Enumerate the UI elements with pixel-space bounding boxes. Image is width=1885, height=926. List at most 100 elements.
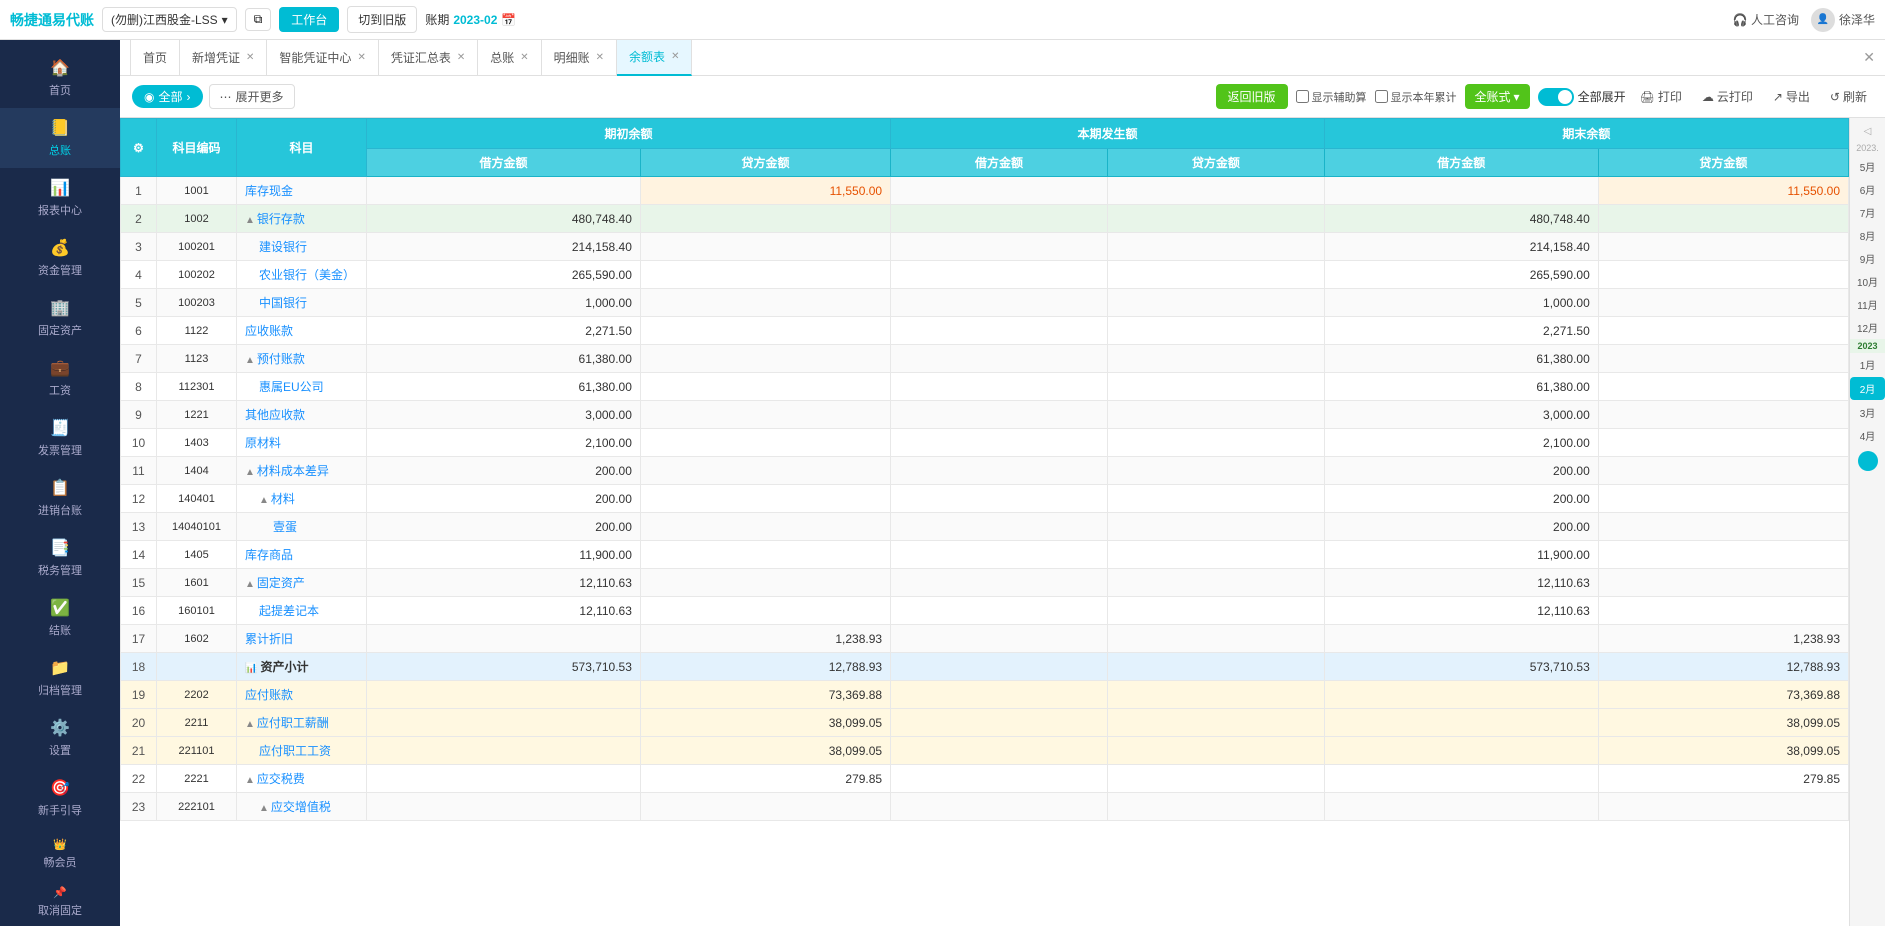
ytd-checkbox-input[interactable]	[1375, 90, 1388, 103]
timeline-4[interactable]: 4月	[1850, 424, 1885, 447]
sidebar-item-settings[interactable]: ⚙️ 设置	[0, 708, 120, 768]
cell-name[interactable]: 应付账款	[237, 681, 367, 709]
sidebar-item-pin[interactable]: 📌 取消固定	[0, 878, 120, 926]
close-all-tabs-icon[interactable]: ✕	[1863, 49, 1875, 66]
copy-button[interactable]: ⧉	[245, 8, 272, 31]
cell-amount	[891, 289, 1108, 317]
cell-code: 1602	[157, 625, 237, 653]
close-balance-sheet-icon[interactable]: ✕	[671, 51, 679, 62]
tab-smart-voucher[interactable]: 智能凭证中心 ✕	[267, 40, 378, 76]
sidebar-item-ledger[interactable]: 📒 总账	[0, 108, 120, 168]
cell-name[interactable]: ▲应交税费	[237, 765, 367, 793]
all-button[interactable]: ◉ 全部 ›	[132, 85, 203, 108]
timeline-6[interactable]: 6月	[1850, 178, 1885, 201]
timeline-10[interactable]: 10月	[1850, 270, 1885, 293]
sidebar-item-fixed[interactable]: 🏢 固定资产	[0, 288, 120, 348]
refresh-button[interactable]: ↺ 刷新	[1824, 85, 1873, 108]
timeline-11[interactable]: 11月	[1850, 293, 1885, 316]
close-smart-voucher-icon[interactable]: ✕	[357, 52, 365, 63]
sidebar-item-capital[interactable]: 💰 资金管理	[0, 228, 120, 288]
cell-name[interactable]: 其他应收款	[237, 401, 367, 429]
calendar-icon[interactable]: 📅	[501, 13, 516, 27]
timeline-9[interactable]: 9月	[1850, 247, 1885, 270]
cell-name[interactable]: 起提差记本	[237, 597, 367, 625]
timeline-3[interactable]: 3月	[1850, 401, 1885, 424]
close-new-voucher-icon[interactable]: ✕	[246, 52, 254, 63]
cell-name[interactable]: 应付职工工资	[237, 737, 367, 765]
cell-name[interactable]: 中国银行	[237, 289, 367, 317]
cell-amount: 1,000.00	[367, 289, 641, 317]
company-selector[interactable]: (勿删)江西股金-LSS ▾	[102, 7, 237, 32]
panel-expand-arrow[interactable]: ◁	[1860, 122, 1876, 141]
show-aux-checkbox[interactable]: 显示辅助算	[1296, 89, 1367, 105]
sidebar-item-invoice[interactable]: 🧾 发票管理	[0, 408, 120, 468]
sidebar-item-member[interactable]: 👑 畅会员	[0, 830, 120, 878]
th-opening-debit: 借方金额	[367, 149, 641, 177]
cell-amount	[1107, 653, 1324, 681]
sidebar-item-tax[interactable]: 📑 税务管理	[0, 528, 120, 588]
sidebar-item-reports[interactable]: 📊 报表中心	[0, 168, 120, 228]
cell-name[interactable]: 库存商品	[237, 541, 367, 569]
th-settings[interactable]: ⚙	[121, 119, 157, 177]
format-button[interactable]: 全账式 ▾	[1465, 84, 1530, 109]
cell-name[interactable]: 库存现金	[237, 177, 367, 205]
th-current: 本期发生额	[891, 119, 1325, 149]
sidebar-item-archive[interactable]: 📁 归档管理	[0, 648, 120, 708]
cell-name[interactable]: ▲银行存款	[237, 205, 367, 233]
timeline-5[interactable]: 5月	[1850, 155, 1885, 178]
close-general-ledger-icon[interactable]: ✕	[520, 52, 528, 63]
cell-amount	[891, 177, 1108, 205]
pin-icon: 📌	[53, 886, 67, 899]
cell-name[interactable]: ▲材料成本差异	[237, 457, 367, 485]
cell-name[interactable]: 农业银行（美金）	[237, 261, 367, 289]
cell-name[interactable]: 壹蛋	[237, 513, 367, 541]
close-voucher-summary-icon[interactable]: ✕	[457, 52, 465, 63]
table-container[interactable]: ⚙ 科目编码 科目 期初余额 本期发生额 期末余额 借方金额 贷方金额 借方金额…	[120, 118, 1849, 926]
timeline-12[interactable]: 12月	[1850, 316, 1885, 339]
tab-home-label: 首页	[143, 49, 167, 66]
workbench-button[interactable]: 工作台	[279, 7, 339, 32]
tab-new-voucher[interactable]: 新增凭证 ✕	[180, 40, 267, 76]
cell-name[interactable]: 建设银行	[237, 233, 367, 261]
cell-name[interactable]: ▲应付职工薪酬	[237, 709, 367, 737]
cell-amount	[1598, 317, 1848, 345]
sidebar-item-settlement[interactable]: ✅ 结账	[0, 588, 120, 648]
sidebar-item-salary[interactable]: 💼 工资	[0, 348, 120, 408]
print-button[interactable]: 🖨 打印	[1634, 85, 1688, 108]
tab-home[interactable]: 首页	[130, 40, 180, 76]
timeline-2[interactable]: 2月	[1850, 377, 1885, 400]
cell-amount: 12,788.93	[640, 653, 890, 681]
sidebar-item-purchases[interactable]: 📋 进销台账	[0, 468, 120, 528]
tab-detail-ledger[interactable]: 明细账 ✕	[542, 40, 617, 76]
cell-name[interactable]: ▲应交增值税	[237, 793, 367, 821]
cell-name[interactable]: ▲材料	[237, 485, 367, 513]
toggle-switch[interactable]	[1538, 88, 1574, 106]
cell-name[interactable]: 累计折旧	[237, 625, 367, 653]
cell-amount: 2,271.50	[367, 317, 641, 345]
expand-button[interactable]: ⋯ 展开更多	[209, 84, 295, 109]
show-ytd-checkbox[interactable]: 显示本年累计	[1375, 89, 1457, 105]
cell-name[interactable]: ▲预付账款	[237, 345, 367, 373]
aux-checkbox-input[interactable]	[1296, 90, 1309, 103]
consult-link[interactable]: 🎧 人工咨询	[1733, 11, 1799, 28]
cell-name[interactable]: 惠属EU公司	[237, 373, 367, 401]
cell-name[interactable]: 原材料	[237, 429, 367, 457]
cell-name[interactable]: ▲固定资产	[237, 569, 367, 597]
cell-name[interactable]: 📊资产小计	[237, 653, 367, 681]
tab-voucher-summary[interactable]: 凭证汇总表 ✕	[379, 40, 478, 76]
tab-general-ledger[interactable]: 总账 ✕	[478, 40, 541, 76]
sidebar-item-newguide[interactable]: 🎯 新手引导	[0, 768, 120, 828]
cell-amount	[891, 457, 1108, 485]
cell-amount: 200.00	[1324, 457, 1598, 485]
switch-version-button[interactable]: 切到旧版	[347, 6, 417, 33]
close-detail-ledger-icon[interactable]: ✕	[596, 52, 604, 63]
export-button[interactable]: ↗ 导出	[1767, 85, 1816, 108]
tab-balance-sheet[interactable]: 余额表 ✕	[617, 40, 692, 76]
timeline-7[interactable]: 7月	[1850, 201, 1885, 224]
timeline-1[interactable]: 1月	[1850, 353, 1885, 376]
cloud-print-button[interactable]: ☁ 云打印	[1696, 85, 1759, 108]
sidebar-item-home[interactable]: 🏠 首页	[0, 48, 120, 108]
cell-name[interactable]: 应收账款	[237, 317, 367, 345]
return-button[interactable]: 返回旧版	[1216, 84, 1288, 109]
timeline-8[interactable]: 8月	[1850, 224, 1885, 247]
